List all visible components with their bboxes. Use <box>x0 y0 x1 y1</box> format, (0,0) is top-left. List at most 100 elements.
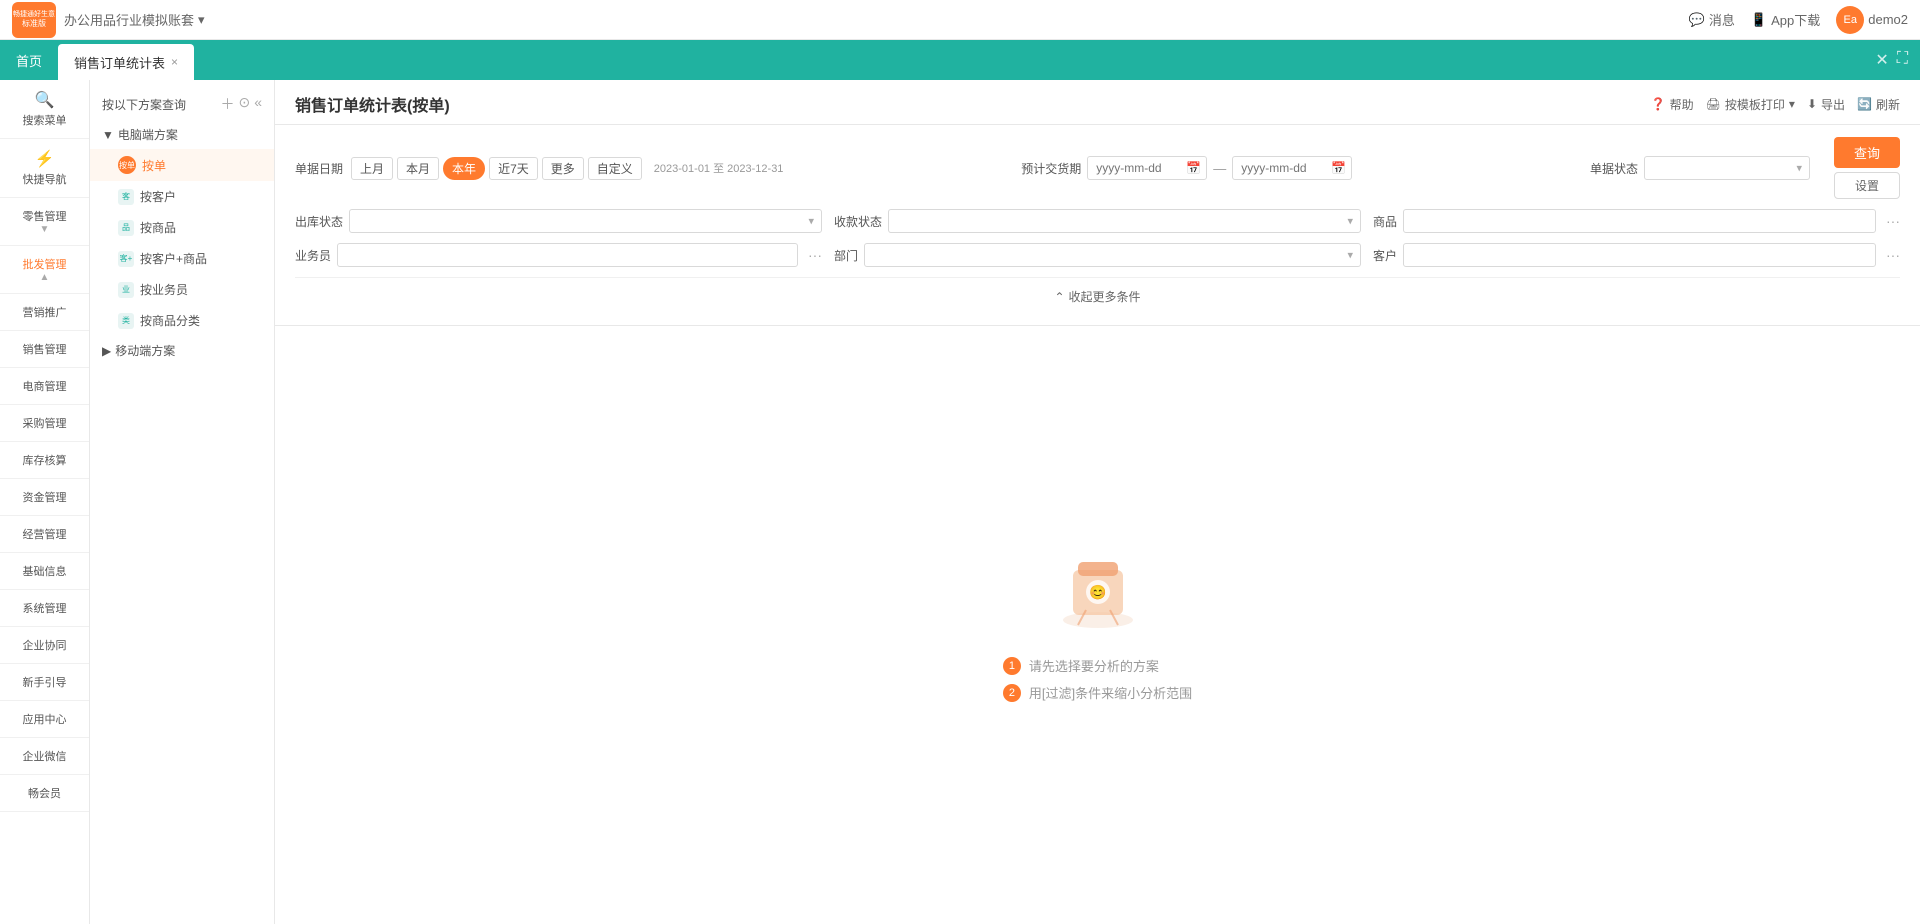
tab-close-window-btn[interactable]: ✕ <box>1875 50 1888 70</box>
sidebar-item-operations[interactable]: 经营管理 <box>0 516 89 553</box>
payment-status-label: 收款状态 <box>834 213 882 230</box>
goods-more-btn[interactable]: ··· <box>1886 213 1900 229</box>
department-col: 部门 <box>834 243 1361 267</box>
download-icon: 📱 <box>1751 12 1767 28</box>
filter-collapse-row: ⌃ 收起更多条件 <box>295 277 1900 313</box>
help-btn[interactable]: ❓ 帮助 <box>1651 96 1694 113</box>
sidebar-basic-label: 基础信息 <box>4 563 85 579</box>
tab-sales-order[interactable]: 销售订单统计表 × <box>58 44 194 80</box>
sidebar-item-quicknav[interactable]: ⚡ 快捷导航 <box>0 139 89 198</box>
scheme-by-order[interactable]: 按单 按单 <box>90 149 274 181</box>
refresh-btn[interactable]: 🔄 刷新 <box>1857 96 1900 113</box>
sidebar-search-label: 搜索菜单 <box>4 112 85 128</box>
sidebar-purchase-label: 采购管理 <box>4 415 85 431</box>
sidebar-item-sales[interactable]: 销售管理 <box>0 331 89 368</box>
left-panel-actions: ＋ ⊙ « <box>220 94 262 114</box>
sidebar-item-inventory[interactable]: 库存核算 <box>0 442 89 479</box>
pc-schemes-group: ▼ 电脑端方案 按单 按单 客 按客户 品 按商品 客+ 按客户+商品 业 按业… <box>90 120 274 336</box>
sidebar-finance-label: 资金管理 <box>4 489 85 505</box>
app-title-dropdown[interactable]: 办公用品行业模拟账套 ▾ <box>64 10 205 29</box>
sidebar-item-wholesale[interactable]: 批发管理 ▲ <box>0 246 89 294</box>
delivery-status-select[interactable] <box>349 209 822 233</box>
payment-status-select[interactable] <box>888 209 1361 233</box>
user-profile[interactable]: Ea demo2 <box>1836 6 1908 34</box>
tabbar: 首页 销售订单统计表 × ✕ ⛶ <box>0 40 1920 80</box>
sidebar-item-collab[interactable]: 企业协同 <box>0 627 89 664</box>
status-select[interactable] <box>1644 156 1810 180</box>
sidebar-item-finance[interactable]: 资金管理 <box>0 479 89 516</box>
collapse-btn[interactable]: ⌃ 收起更多条件 <box>1038 282 1156 311</box>
scheme-by-customer-goods[interactable]: 客+ 按客户+商品 <box>90 243 274 274</box>
message-btn[interactable]: 💬 消息 <box>1689 10 1735 29</box>
sidebar-item-purchase[interactable]: 采购管理 <box>0 405 89 442</box>
mobile-schemes-header[interactable]: ▶ 移动端方案 <box>90 336 274 365</box>
print-dropdown-icon: ▾ <box>1789 97 1795 111</box>
date-range-text: 2023-01-01 至 2023-12-31 <box>654 160 784 176</box>
salesperson-input[interactable] <box>337 243 798 267</box>
sidebar-ecommerce-label: 电商管理 <box>4 378 85 394</box>
query-btn[interactable]: 查询 <box>1834 137 1900 168</box>
logo-text: 畅捷通好生意 <box>13 10 55 19</box>
message-icon: 💬 <box>1689 12 1705 28</box>
pc-group-label: 电脑端方案 <box>118 126 178 143</box>
tab-expand-btn[interactable]: ⛶ <box>1897 50 1908 70</box>
app-title: 办公用品行业模拟账套 <box>64 10 194 29</box>
date-btn-custom[interactable]: 自定义 <box>588 157 642 180</box>
tab-home[interactable]: 首页 <box>0 40 58 80</box>
scheme-by-salesperson[interactable]: 业 按业务员 <box>90 274 274 305</box>
edit-scheme-btn[interactable]: ⊙ <box>238 94 250 114</box>
export-btn[interactable]: ⬇ 导出 <box>1807 96 1845 113</box>
goods-col: 商品 ··· <box>1373 209 1900 233</box>
sidebar-item-member[interactable]: 畅会员 <box>0 775 89 812</box>
status-select-wrapper <box>1644 156 1810 180</box>
expected-date-start-wrapper: 📅 <box>1087 156 1207 180</box>
quicknav-icon: ⚡ <box>4 149 85 169</box>
sidebar-sales-label: 销售管理 <box>4 341 85 357</box>
goods-input[interactable] <box>1403 209 1876 233</box>
sidebar-item-appstore[interactable]: 应用中心 <box>0 701 89 738</box>
date-btn-7days[interactable]: 近7天 <box>489 157 538 180</box>
sidebar-item-wechat[interactable]: 企业微信 <box>0 738 89 775</box>
topbar: 畅捷通好生意 标准版 办公用品行业模拟账套 ▾ 💬 消息 📱 App下载 Ea … <box>0 0 1920 40</box>
date-btn-thismonth[interactable]: 本月 <box>397 157 439 180</box>
scheme-by-customer[interactable]: 客 按客户 <box>90 181 274 212</box>
scheme-goods-icon: 品 <box>118 220 134 236</box>
collapse-panel-btn[interactable]: « <box>254 94 262 114</box>
add-scheme-btn[interactable]: ＋ <box>220 94 234 114</box>
department-label: 部门 <box>834 247 858 264</box>
cal-icon-start: 📅 <box>1186 161 1201 175</box>
scheme-by-goods[interactable]: 品 按商品 <box>90 212 274 243</box>
scheme-by-category[interactable]: 类 按商品分类 <box>90 305 274 336</box>
app-download-btn[interactable]: 📱 App下载 <box>1751 10 1820 29</box>
sidebar-item-ecommerce[interactable]: 电商管理 <box>0 368 89 405</box>
scheme-sp-label: 按业务员 <box>140 281 188 298</box>
customer-input[interactable] <box>1403 243 1876 267</box>
settings-btn[interactable]: 设置 <box>1834 172 1900 199</box>
hint-1: 1 请先选择要分析的方案 <box>1003 656 1192 675</box>
sidebar-item-retail[interactable]: 零售管理 ▼ <box>0 198 89 246</box>
tab-close-btn[interactable]: × <box>171 55 178 69</box>
date-btn-thisyear[interactable]: 本年 <box>443 157 485 180</box>
app-download-label: App下载 <box>1771 10 1820 29</box>
export-icon: ⬇ <box>1807 97 1817 111</box>
delivery-select-wrapper <box>349 209 822 233</box>
department-select[interactable] <box>864 243 1361 267</box>
salesperson-more-btn[interactable]: ··· <box>808 247 822 263</box>
sidebar-item-system[interactable]: 系统管理 <box>0 590 89 627</box>
sidebar-item-search[interactable]: 🔍 搜索菜单 <box>0 80 89 139</box>
template-print-btn[interactable]: 🖨 按模板打印 ▾ <box>1706 96 1795 113</box>
date-btn-more[interactable]: 更多 <box>542 157 584 180</box>
folder-mobile-icon: ▶ <box>102 344 111 358</box>
refresh-label: 刷新 <box>1876 96 1900 113</box>
sidebar-item-newuser[interactable]: 新手引导 <box>0 664 89 701</box>
date-buttons: 上月 本月 本年 近7天 更多 自定义 <box>351 157 642 180</box>
hint-num-1: 1 <box>1003 657 1021 675</box>
sidebar-item-basic[interactable]: 基础信息 <box>0 553 89 590</box>
sidebar-item-marketing[interactable]: 营销推广 <box>0 294 89 331</box>
customer-more-btn[interactable]: ··· <box>1886 247 1900 263</box>
delivery-status-label: 出库状态 <box>295 213 343 230</box>
pc-schemes-header[interactable]: ▼ 电脑端方案 <box>90 120 274 149</box>
date-btn-lastmonth[interactable]: 上月 <box>351 157 393 180</box>
help-icon: ❓ <box>1651 97 1666 111</box>
scheme-goods-label: 按商品 <box>140 219 176 236</box>
